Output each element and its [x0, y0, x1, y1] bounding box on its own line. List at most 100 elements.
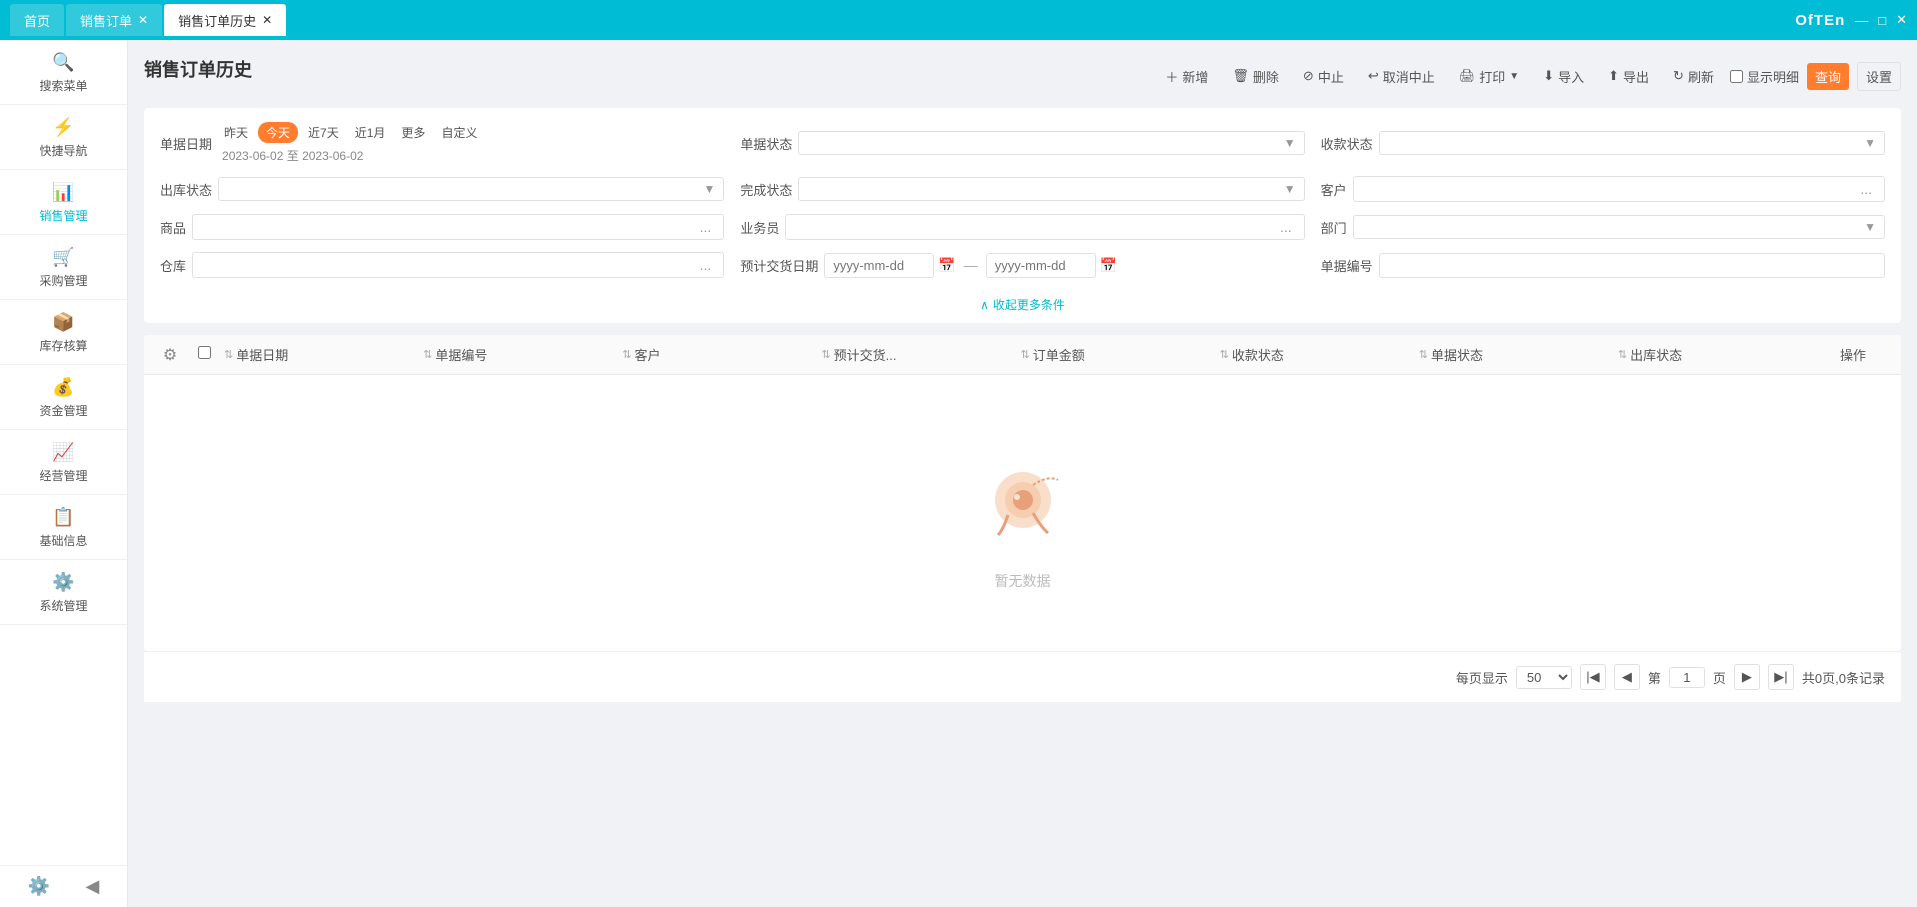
display-detail-input[interactable]: [1730, 70, 1743, 83]
sys-mgmt-icon: ⚙️: [52, 572, 74, 593]
stop-icon: ⊘: [1303, 68, 1314, 84]
th-customer[interactable]: ⇅ 客户: [618, 345, 817, 364]
department-select[interactable]: ▼: [1353, 215, 1885, 239]
delete-button[interactable]: 🗑 删除: [1224, 63, 1287, 90]
export-label: 导出: [1623, 67, 1649, 86]
date-more-btn[interactable]: 更多: [395, 122, 431, 143]
tab-sales-order-close[interactable]: ✕: [138, 13, 148, 27]
export-button[interactable]: ⬆ 导出: [1600, 63, 1657, 90]
sidebar-item-capital-mgmt-label: 资金管理: [39, 402, 87, 419]
cancel-stop-icon: ↩: [1368, 68, 1379, 84]
sidebar-item-inventory-check[interactable]: 📦 库存核算: [0, 300, 127, 365]
tab-sales-order-history-close[interactable]: ✕: [262, 13, 272, 27]
query-button[interactable]: 查询: [1807, 63, 1849, 90]
tab-sales-order-history[interactable]: 销售订单历史 ✕: [164, 4, 286, 36]
date-7days-btn[interactable]: 近7天: [302, 122, 345, 143]
customer-input[interactable]: [1362, 182, 1857, 197]
th-bill-status[interactable]: ⇅ 单据状态: [1415, 345, 1614, 364]
sidebar-item-capital-mgmt[interactable]: 💰 资金管理: [0, 365, 127, 430]
select-all-input[interactable]: [198, 346, 211, 359]
settings-button[interactable]: 设置: [1857, 62, 1901, 91]
export-icon: ⬆: [1608, 68, 1619, 84]
department-arrow-icon: ▼: [1864, 220, 1876, 234]
filter-row-1: 单据日期 昨天 今天 近7天 近1月 更多 自定义 2023-06-02 至 2…: [160, 122, 1885, 164]
print-button[interactable]: 🖨 打印 ▼: [1451, 63, 1527, 90]
page-next-btn[interactable]: ▶: [1734, 664, 1760, 690]
payment-status-label: 收款状态: [1321, 134, 1373, 153]
page-size-select[interactable]: 50 10 20 100: [1516, 666, 1572, 689]
warehouse-input[interactable]: [201, 258, 696, 273]
salesperson-ellipsis-btn[interactable]: ...: [1276, 219, 1296, 235]
th-payment-status-label: 收款状态: [1232, 345, 1284, 364]
capital-mgmt-icon: 💰: [52, 377, 74, 398]
tab-sales-order[interactable]: 销售订单 ✕: [66, 4, 162, 36]
product-input-group: ...: [192, 214, 724, 240]
table-settings-icon[interactable]: ⚙: [152, 345, 188, 365]
delivery-date-from-cal-icon[interactable]: 📅: [938, 257, 955, 274]
sidebar-item-quick-nav[interactable]: ⚡ 快捷导航: [0, 105, 127, 170]
new-button[interactable]: ＋ 新增: [1157, 63, 1216, 90]
delivery-date-to-cal-icon[interactable]: 📅: [1100, 257, 1117, 274]
table-header: ⚙ ⇅ 单据日期 ⇅ 单据编号 ⇅ 客户 ⇅ 预计交货.: [144, 335, 1901, 375]
salesperson-input[interactable]: [794, 220, 1276, 235]
sidebar-bottom-settings[interactable]: ⚙️: [28, 876, 50, 897]
payment-status-select[interactable]: ▼: [1379, 131, 1885, 155]
th-no-label: 单据编号: [435, 345, 487, 364]
date-custom-btn[interactable]: 自定义: [435, 122, 483, 143]
sidebar-collapse-btn[interactable]: ◀: [85, 876, 99, 897]
warehouse-status-select[interactable]: ▼: [218, 177, 724, 201]
date-yesterday-btn[interactable]: 昨天: [218, 122, 254, 143]
page-first-btn[interactable]: |◀: [1580, 664, 1606, 690]
sidebar-item-purchase-mgmt-label: 采购管理: [39, 272, 87, 289]
window-maximize[interactable]: □: [1878, 13, 1886, 28]
th-bill-sort-icon: ⇅: [1419, 348, 1428, 361]
page-number-input[interactable]: [1669, 667, 1705, 688]
cancel-stop-button[interactable]: ↩ 取消中止: [1360, 63, 1443, 90]
stop-button[interactable]: ⊘ 中止: [1295, 63, 1352, 90]
sidebar-item-basic-info[interactable]: 📋 基础信息: [0, 495, 127, 560]
sidebar-item-quick-nav-label: 快捷导航: [39, 142, 87, 159]
sidebar-item-basic-info-label: 基础信息: [39, 532, 87, 549]
product-ellipsis-btn[interactable]: ...: [696, 219, 716, 235]
th-date[interactable]: ⇅ 单据日期: [220, 345, 419, 364]
product-input[interactable]: [201, 220, 696, 235]
delivery-date-from-input[interactable]: [824, 253, 934, 278]
th-date-label: 单据日期: [236, 345, 288, 364]
table-select-all-checkbox[interactable]: [188, 346, 220, 364]
refresh-button[interactable]: ↻ 刷新: [1665, 63, 1722, 90]
sidebar-item-search-menu[interactable]: 🔍 搜索菜单: [0, 40, 127, 105]
customer-input-group: ...: [1353, 176, 1885, 202]
sidebar-item-sales-mgmt[interactable]: 📊 销售管理: [0, 170, 127, 235]
customer-ellipsis-btn[interactable]: ...: [1856, 181, 1876, 197]
collapse-bar[interactable]: ∧ 收起更多条件: [160, 290, 1885, 319]
bill-no-input-group: [1379, 253, 1885, 278]
delivery-date-to-input[interactable]: [986, 253, 1096, 278]
th-amount[interactable]: ⇅ 订单金额: [1017, 345, 1216, 364]
date-1month-btn[interactable]: 近1月: [349, 122, 392, 143]
filter-payment-status-cell: 收款状态 ▼: [1321, 131, 1885, 155]
th-warehouse-status-label: 出库状态: [1630, 345, 1682, 364]
import-button[interactable]: ⬇ 导入: [1535, 63, 1592, 90]
window-close[interactable]: ✕: [1896, 12, 1907, 28]
bill-no-input[interactable]: [1388, 258, 1876, 273]
th-payment-status[interactable]: ⇅ 收款状态: [1216, 345, 1415, 364]
th-no[interactable]: ⇅ 单据编号: [419, 345, 618, 364]
display-detail-checkbox[interactable]: 显示明细: [1730, 67, 1799, 86]
bill-status-select[interactable]: ▼: [798, 131, 1304, 155]
sidebar-item-sys-mgmt[interactable]: ⚙️ 系统管理: [0, 560, 127, 625]
sidebar-item-purchase-mgmt[interactable]: 🛒 采购管理: [0, 235, 127, 300]
window-minimize[interactable]: —: [1855, 13, 1868, 28]
empty-illustration: [973, 455, 1073, 555]
page-last-btn[interactable]: ▶|: [1768, 664, 1794, 690]
sidebar-item-ops-mgmt[interactable]: 📈 经营管理: [0, 430, 127, 495]
th-warehouse-status[interactable]: ⇅ 出库状态: [1614, 345, 1813, 364]
purchase-mgmt-icon: 🛒: [52, 247, 74, 268]
completion-status-select[interactable]: ▼: [798, 177, 1304, 201]
delivery-date-label: 预计交货日期: [740, 256, 818, 275]
th-delivery[interactable]: ⇅ 预计交货...: [817, 345, 1016, 364]
tab-home[interactable]: 首页: [10, 4, 64, 36]
page-prev-btn[interactable]: ◀: [1614, 664, 1640, 690]
warehouse-ellipsis-btn[interactable]: ...: [696, 257, 716, 273]
date-today-btn[interactable]: 今天: [258, 122, 298, 143]
inventory-check-icon: 📦: [52, 312, 74, 333]
